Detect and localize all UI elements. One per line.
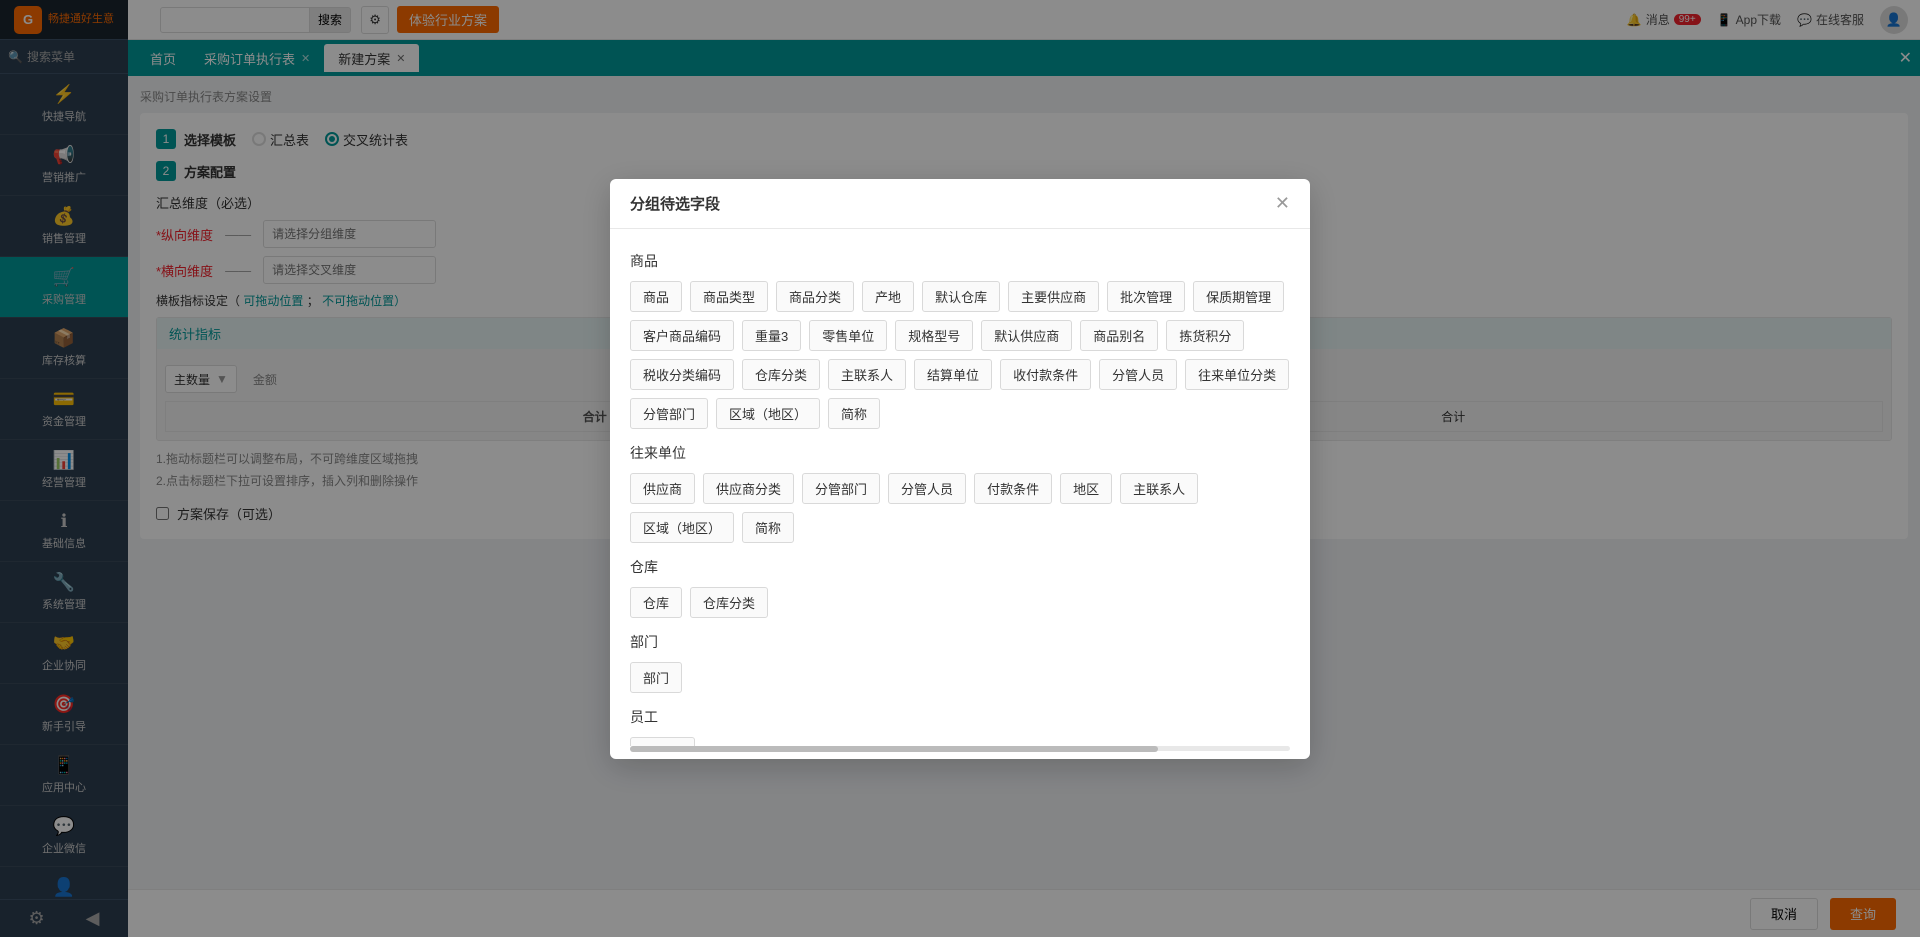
field-origin[interactable]: 产地	[862, 281, 914, 312]
field-grid-partner: 供应商 供应商分类 分管部门 分管人员 付款条件 地区 主联系人 区域（地区） …	[630, 473, 1290, 543]
field-weight[interactable]: 重量3	[742, 320, 801, 351]
modal-body: 商品 商品 商品类型 商品分类 产地 默认仓库 主要供应商 批次管理 保质期管理…	[610, 229, 1310, 746]
modal-close-button[interactable]: ✕	[1275, 193, 1290, 214]
field-tax-code[interactable]: 税收分类编码	[630, 359, 734, 390]
field-expiry-mgmt[interactable]: 保质期管理	[1193, 281, 1284, 312]
field-partner-dept[interactable]: 分管部门	[802, 473, 880, 504]
field-abbr[interactable]: 简称	[828, 398, 880, 429]
field-payment-terms[interactable]: 收付款条件	[1000, 359, 1091, 390]
field-settlement-unit[interactable]: 结算单位	[914, 359, 992, 390]
field-warehouse-category[interactable]: 仓库分类	[742, 359, 820, 390]
field-batch-mgmt[interactable]: 批次管理	[1107, 281, 1185, 312]
field-partner-region[interactable]: 地区	[1060, 473, 1112, 504]
modal-scrollbar-x[interactable]	[630, 746, 1290, 751]
modal-overlay: 分组待选字段 ✕ 商品 商品 商品类型 商品分类 产地 默认仓库 主要供应商 批…	[0, 0, 1920, 937]
field-goods-type[interactable]: 商品类型	[690, 281, 768, 312]
field-customer-code[interactable]: 客户商品编码	[630, 320, 734, 351]
field-grid-employee: 业务员	[630, 737, 1290, 746]
field-partner-contact[interactable]: 主联系人	[1120, 473, 1198, 504]
field-wh-category[interactable]: 仓库分类	[690, 587, 768, 618]
section-dept-title: 部门	[630, 632, 1290, 652]
field-salesperson[interactable]: 业务员	[630, 737, 695, 746]
modal-scrollbar-thumb	[630, 746, 1158, 752]
field-partner-manager[interactable]: 分管人员	[888, 473, 966, 504]
field-default-warehouse[interactable]: 默认仓库	[922, 281, 1000, 312]
field-default-supplier[interactable]: 默认供应商	[981, 320, 1072, 351]
section-employee-title: 员工	[630, 707, 1290, 727]
modal-title: 分组待选字段	[630, 193, 720, 214]
field-main-contact[interactable]: 主联系人	[828, 359, 906, 390]
modal: 分组待选字段 ✕ 商品 商品 商品类型 商品分类 产地 默认仓库 主要供应商 批…	[610, 179, 1310, 759]
field-partner-area[interactable]: 区域（地区）	[630, 512, 734, 543]
field-spec-model[interactable]: 规格型号	[895, 320, 973, 351]
field-partner-abbr[interactable]: 简称	[742, 512, 794, 543]
field-manager[interactable]: 分管人员	[1099, 359, 1177, 390]
field-region[interactable]: 区域（地区）	[716, 398, 820, 429]
field-grid-goods: 商品 商品类型 商品分类 产地 默认仓库 主要供应商 批次管理 保质期管理 客户…	[630, 281, 1290, 429]
field-goods[interactable]: 商品	[630, 281, 682, 312]
field-manage-dept[interactable]: 分管部门	[630, 398, 708, 429]
field-partner-payment[interactable]: 付款条件	[974, 473, 1052, 504]
field-wh[interactable]: 仓库	[630, 587, 682, 618]
section-goods-title: 商品	[630, 251, 1290, 271]
field-goods-category[interactable]: 商品分类	[776, 281, 854, 312]
field-supplier-category[interactable]: 供应商分类	[703, 473, 794, 504]
field-grid-dept: 部门	[630, 662, 1290, 693]
field-supplier[interactable]: 供应商	[630, 473, 695, 504]
section-warehouse-title: 仓库	[630, 557, 1290, 577]
field-goods-alias[interactable]: 商品别名	[1080, 320, 1158, 351]
field-partner-category[interactable]: 往来单位分类	[1185, 359, 1289, 390]
field-pick-points[interactable]: 拣货积分	[1166, 320, 1244, 351]
modal-header: 分组待选字段 ✕	[610, 179, 1310, 229]
field-grid-warehouse: 仓库 仓库分类	[630, 587, 1290, 618]
field-main-supplier[interactable]: 主要供应商	[1008, 281, 1099, 312]
section-partner-title: 往来单位	[630, 443, 1290, 463]
field-retail-unit[interactable]: 零售单位	[809, 320, 887, 351]
field-dept[interactable]: 部门	[630, 662, 682, 693]
